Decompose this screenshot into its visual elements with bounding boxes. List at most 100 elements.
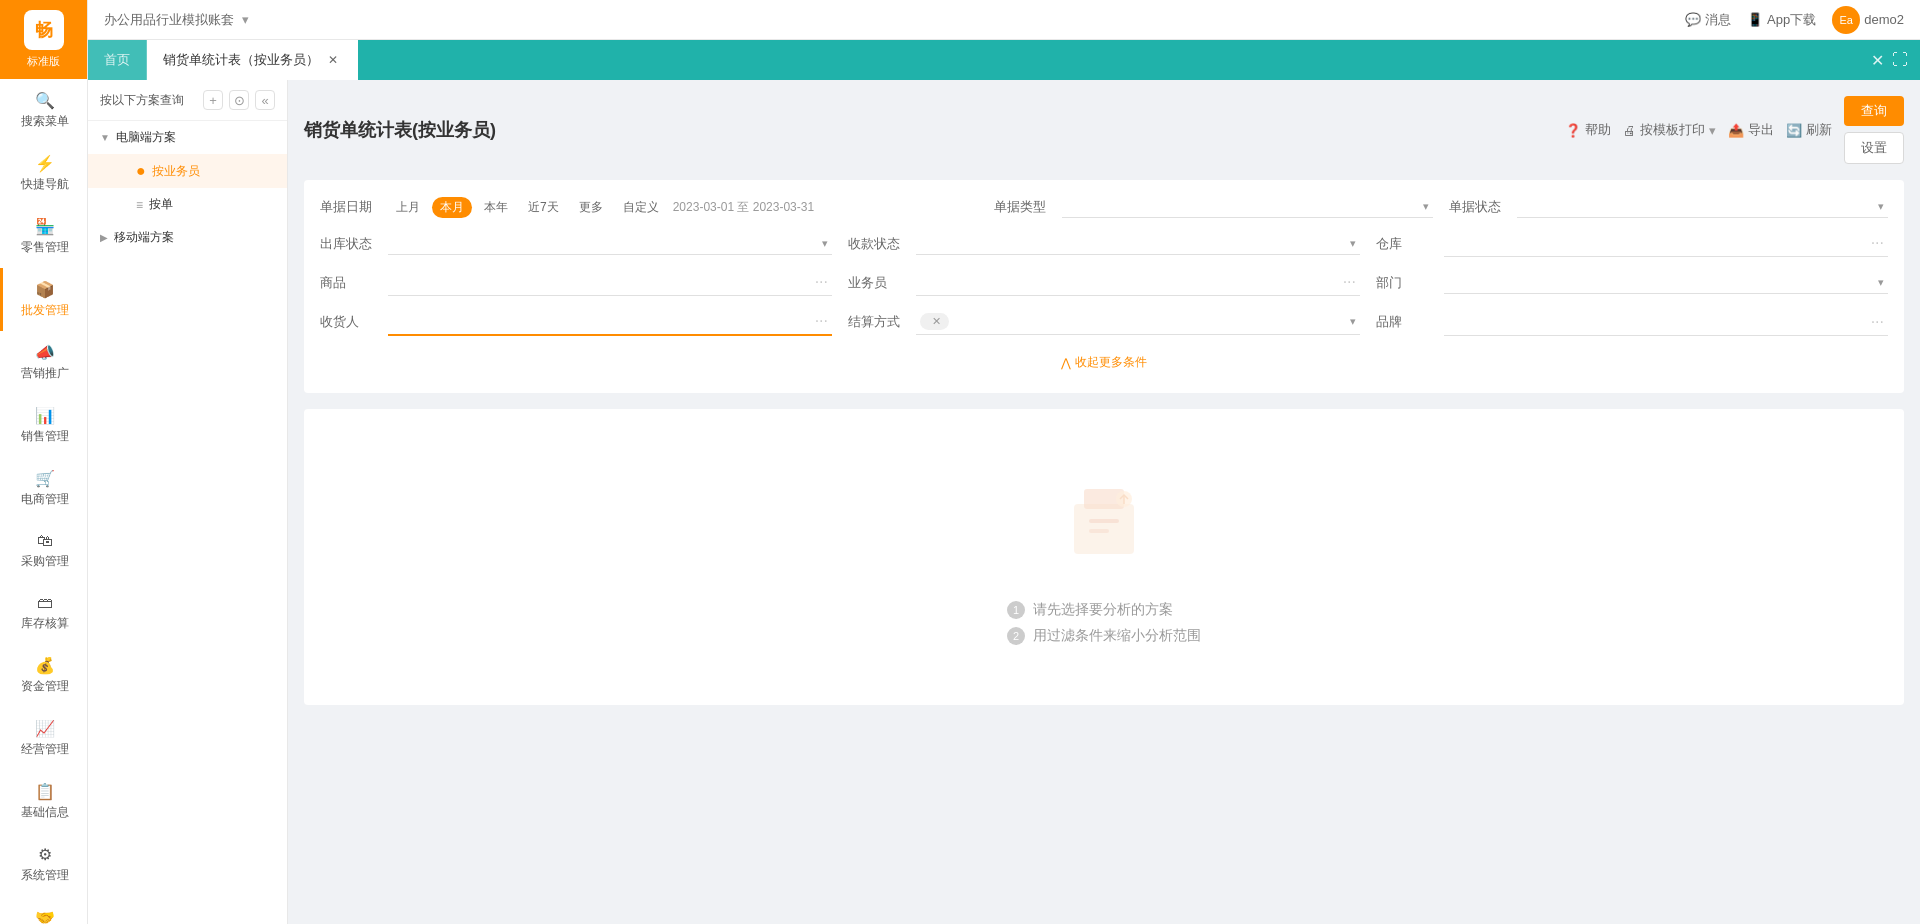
- main-content: 办公用品行业模拟账套 ▾ 💬 消息 📱 App下载 Ea demo2 首页 销货…: [88, 0, 1920, 924]
- brand-dots[interactable]: ···: [1871, 313, 1884, 331]
- user-avatar[interactable]: Ea demo2: [1832, 6, 1904, 34]
- sidebar-item-marketing[interactable]: 📣 营销推广: [0, 331, 87, 394]
- salesperson-dots[interactable]: ···: [1343, 273, 1356, 291]
- date-tab-custom[interactable]: 自定义: [615, 197, 667, 218]
- warehouse-input[interactable]: ···: [1444, 230, 1888, 257]
- message-btn[interactable]: 💬 消息: [1685, 11, 1731, 29]
- doc-type-select[interactable]: ▾: [1062, 196, 1433, 218]
- cooperation-icon: 🤝: [35, 908, 55, 924]
- warehouse-dots[interactable]: ···: [1871, 234, 1884, 252]
- quick-nav-icon: ⚡: [35, 154, 55, 173]
- avatar-icon: Ea: [1832, 6, 1860, 34]
- salesperson-input[interactable]: ···: [916, 269, 1360, 296]
- message-icon: 💬: [1685, 12, 1701, 27]
- salesperson-label: 业务员: [848, 274, 908, 292]
- empty-hint-1: 1 请先选择要分析的方案: [1007, 601, 1201, 619]
- date-tab-last-7-days[interactable]: 近7天: [520, 197, 567, 218]
- sidebar-item-retail[interactable]: 🏪 零售管理: [0, 205, 87, 268]
- date-tab-more[interactable]: 更多: [571, 197, 611, 218]
- out-status-select[interactable]: ▾: [388, 233, 832, 255]
- sidebar-item-basic-info[interactable]: 📋 基础信息: [0, 770, 87, 833]
- brand-input[interactable]: ···: [1444, 309, 1888, 336]
- sidebar-item-operations[interactable]: 📈 经营管理: [0, 707, 87, 770]
- empty-hint-2: 2 用过滤条件来缩小分析范围: [1007, 627, 1201, 645]
- date-tab-last-month[interactable]: 上月: [388, 197, 428, 218]
- topbar-left: 办公用品行业模拟账套 ▾: [104, 11, 249, 29]
- query-btn[interactable]: 查询: [1844, 96, 1904, 126]
- tab-close-btn[interactable]: ✕: [325, 52, 341, 68]
- tab-sales-stats[interactable]: 销货单统计表（按业务员） ✕: [147, 40, 358, 80]
- edit-scheme-btn[interactable]: ⊙: [229, 90, 249, 110]
- recipient-input[interactable]: ···: [388, 308, 832, 336]
- sidebar-item-inventory[interactable]: 🗃 库存核算: [0, 582, 87, 644]
- hint-num-2: 2: [1007, 627, 1025, 645]
- sidebar-item-ecommerce[interactable]: 🛒 电商管理: [0, 457, 87, 520]
- date-tab-current-month[interactable]: 本月: [432, 197, 472, 218]
- page-header-actions: ❓ 帮助 🖨 按模板打印 ▾ 📤 导出 🔄 刷新: [1565, 96, 1904, 164]
- dropdown-arrow[interactable]: ▾: [242, 12, 249, 27]
- sidebar-item-quick-nav[interactable]: ⚡ 快捷导航: [0, 142, 87, 205]
- download-icon: 📱: [1747, 12, 1763, 27]
- sidebar-item-wholesale[interactable]: 📦 批发管理: [0, 268, 87, 331]
- tree-desktop-group[interactable]: ▼ 电脑端方案: [88, 121, 287, 154]
- topbar: 办公用品行业模拟账套 ▾ 💬 消息 📱 App下载 Ea demo2: [88, 0, 1920, 40]
- sidebar-item-sales[interactable]: 📊 销售管理: [0, 394, 87, 457]
- refresh-btn[interactable]: 🔄 刷新: [1786, 121, 1832, 139]
- filter-row-3: 商品 ··· 业务员 ··· 部门: [320, 269, 1888, 296]
- export-btn[interactable]: 📤 导出: [1728, 121, 1774, 139]
- department-arrow: ▾: [1878, 276, 1884, 289]
- help-btn[interactable]: ❓ 帮助: [1565, 121, 1611, 139]
- payment-tag-close[interactable]: ✕: [932, 315, 941, 328]
- date-tab-current-year[interactable]: 本年: [476, 197, 516, 218]
- payment-arrow: ▾: [1350, 315, 1356, 328]
- active-scheme-icon: ●: [136, 162, 146, 180]
- filter-out-status: 出库状态 ▾: [320, 233, 832, 255]
- tree-item-by-order[interactable]: ≡ 按单: [88, 188, 287, 221]
- tab-home[interactable]: 首页: [88, 40, 147, 80]
- recipient-dots[interactable]: ···: [815, 312, 828, 330]
- print-btn[interactable]: 🖨 按模板打印 ▾: [1623, 121, 1716, 139]
- page-title: 销货单统计表(按业务员): [304, 118, 496, 142]
- date-range-display: 2023-03-01 至 2023-03-31: [673, 199, 814, 216]
- sidebar-item-system[interactable]: ⚙ 系统管理: [0, 833, 87, 896]
- date-tabs: 上月 本月 本年 近7天 更多 自定义: [388, 197, 667, 218]
- sidebar-item-finance[interactable]: 💰 资金管理: [0, 644, 87, 707]
- product-input[interactable]: ···: [388, 269, 832, 296]
- tab-close-all-btn[interactable]: ✕: [1871, 51, 1884, 70]
- print-dropdown-arrow[interactable]: ▾: [1709, 123, 1716, 138]
- order-scheme-icon: ≡: [136, 198, 143, 212]
- collapse-panel-btn[interactable]: «: [255, 90, 275, 110]
- add-scheme-btn[interactable]: +: [203, 90, 223, 110]
- collapse-btn[interactable]: ⋀ 收起更多条件: [320, 348, 1888, 377]
- payment-select[interactable]: ✕ ▾: [916, 309, 1360, 335]
- doc-status-select[interactable]: ▾: [1517, 196, 1888, 218]
- brand-label: 品牌: [1376, 313, 1436, 331]
- sidebar-logo[interactable]: 畅 标准版: [0, 0, 87, 79]
- filter-payment: 结算方式 ✕ ▾: [848, 309, 1360, 335]
- app-name: 办公用品行业模拟账套: [104, 11, 234, 29]
- page-header: 销货单统计表(按业务员) ❓ 帮助 🖨 按模板打印 ▾ 📤 导出: [304, 96, 1904, 164]
- out-status-arrow: ▾: [822, 237, 828, 250]
- left-panel-actions: + ⊙ «: [203, 90, 275, 110]
- recipient-label: 收货人: [320, 313, 380, 331]
- settings-btn[interactable]: 设置: [1844, 132, 1904, 164]
- sidebar-item-cooperation[interactable]: 🤝 企业协同: [0, 896, 87, 924]
- payment-tag: ✕: [920, 313, 949, 330]
- receipt-status-select[interactable]: ▾: [916, 233, 1360, 255]
- filter-warehouse: 仓库 ···: [1376, 230, 1888, 257]
- tab-maximize-btn[interactable]: ⛶: [1892, 51, 1908, 69]
- department-select[interactable]: ▾: [1444, 272, 1888, 294]
- tabbar-actions: ✕ ⛶: [1871, 51, 1920, 70]
- svg-rect-2: [1089, 519, 1119, 523]
- filter-row-2: 出库状态 ▾ 收款状态 ▾ 仓库: [320, 230, 1888, 257]
- tree-item-by-salesperson[interactable]: ● 按业务员: [88, 154, 287, 188]
- product-dots[interactable]: ···: [815, 273, 828, 291]
- empty-illustration: [1054, 469, 1154, 585]
- sidebar-item-purchase[interactable]: 🛍 采购管理: [0, 520, 87, 582]
- app-download-btn[interactable]: 📱 App下载: [1747, 11, 1816, 29]
- tree-mobile-group[interactable]: ▶ 移动端方案: [88, 221, 287, 254]
- left-panel-title: 按以下方案查询: [100, 92, 184, 109]
- sidebar-item-search[interactable]: 🔍 搜索菜单: [0, 79, 87, 142]
- help-icon: ❓: [1565, 123, 1581, 138]
- tree-mobile-label: 移动端方案: [114, 229, 174, 246]
